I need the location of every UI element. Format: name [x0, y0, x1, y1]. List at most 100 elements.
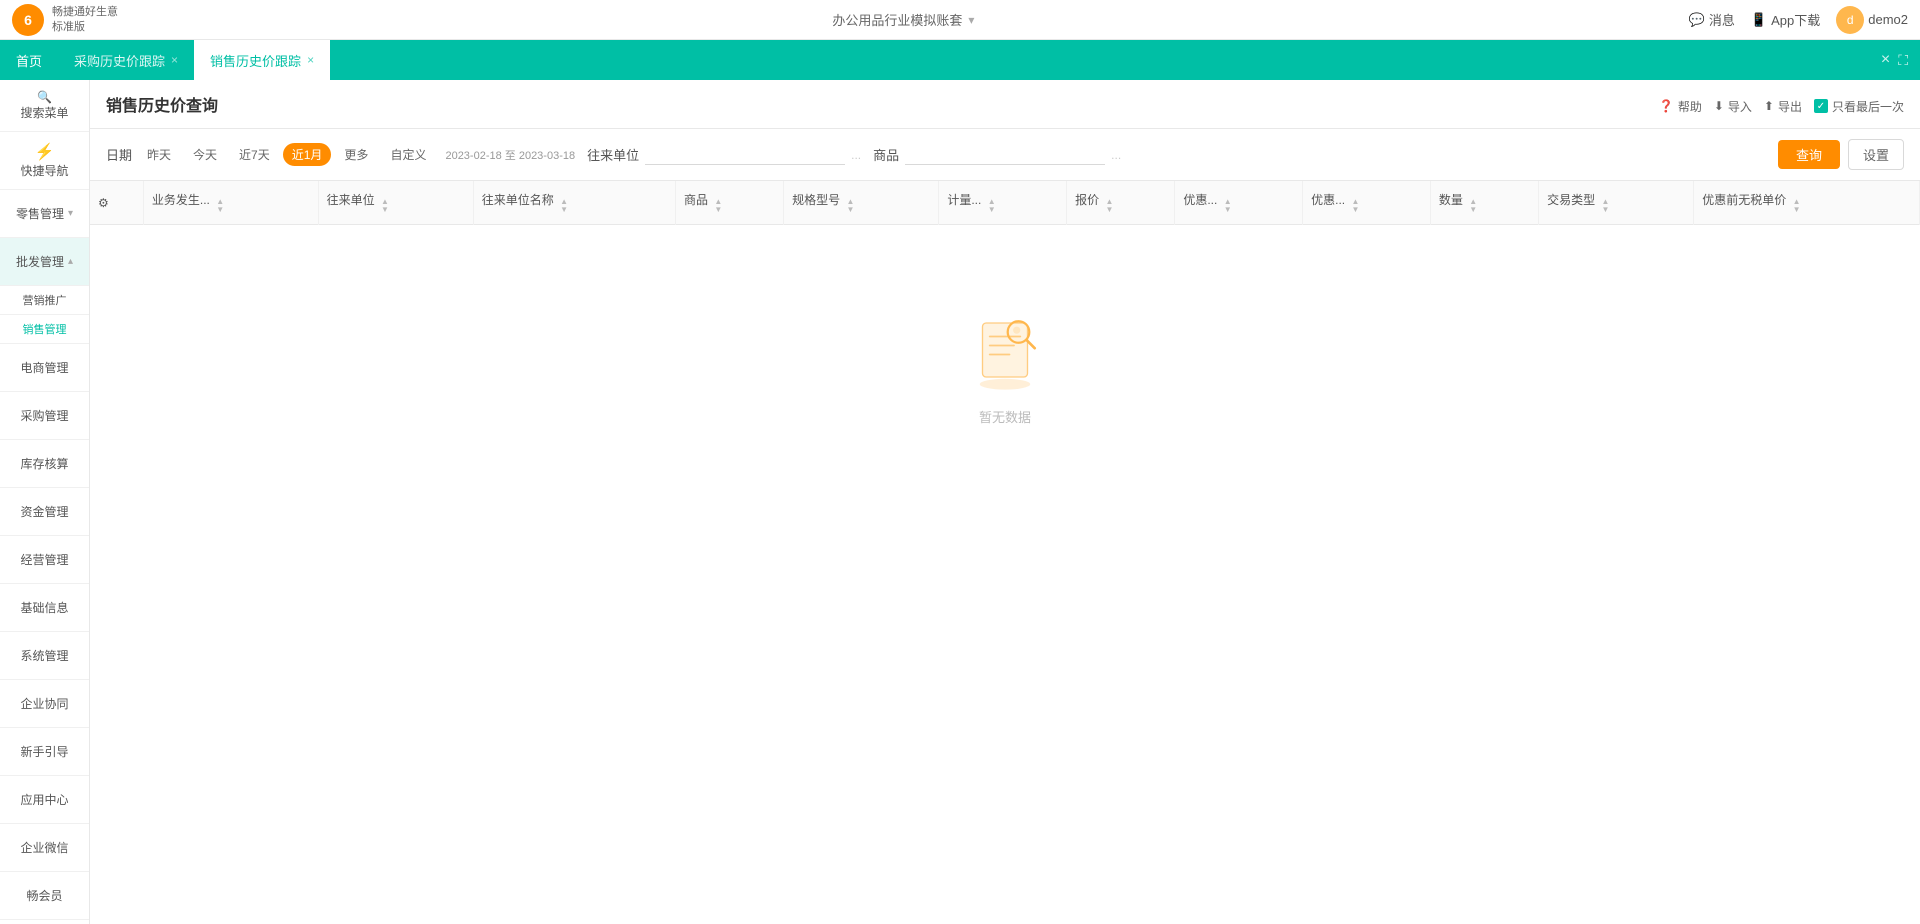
date-btn-1month[interactable]: 近1月: [283, 143, 332, 166]
col-discount1[interactable]: 优惠... ▲▼: [1175, 181, 1303, 225]
date-btn-yesterday[interactable]: 昨天: [138, 143, 180, 166]
col-product[interactable]: 商品 ▲▼: [675, 181, 783, 225]
help-button[interactable]: ❓ 帮助: [1659, 98, 1702, 115]
chevron-up-icon: ▴: [68, 256, 73, 267]
sidebar-item-finance[interactable]: 资金管理: [0, 488, 89, 536]
sidebar-item-app-center[interactable]: 应用中心: [0, 776, 89, 824]
partner-label: 往来单位: [587, 145, 639, 164]
col-biz-date[interactable]: 业务发生... ▲▼: [143, 181, 318, 225]
date-filter: 日期 昨天 今天 近7天 近1月 更多 自定义 2023-02-18 至 202…: [106, 143, 575, 166]
sidebar-label-purchase-mgmt: 采购管理: [20, 407, 68, 424]
col-quote[interactable]: 报价 ▲▼: [1067, 181, 1175, 225]
date-btn-7days[interactable]: 近7天: [230, 143, 279, 166]
import-button[interactable]: ⬇ 导入: [1714, 98, 1752, 115]
sort-icon-trade-type: ▲▼: [1601, 198, 1609, 214]
product-ellipsis: ...: [1111, 148, 1121, 162]
col-pretax-price[interactable]: 优惠前无税单价 ▲▼: [1694, 181, 1920, 225]
partner-input[interactable]: [645, 145, 845, 165]
col-trade-type[interactable]: 交易类型 ▲▼: [1539, 181, 1694, 225]
close-all-tabs-button[interactable]: ×: [1881, 51, 1890, 69]
table-header: ⚙ 业务发生... ▲▼ 往来单位 ▲▼ 往来单位名称 ▲▼: [90, 181, 1920, 225]
retail-header: 零售管理 ▾: [4, 205, 85, 222]
chevron-down-icon: ▾: [68, 208, 73, 219]
message-icon: 💬: [1689, 12, 1705, 28]
sidebar-item-wholesale[interactable]: 批发管理 ▴: [0, 238, 89, 286]
sidebar-item-purchase-mgmt[interactable]: 采购管理: [0, 392, 89, 440]
col-settings[interactable]: ⚙: [90, 181, 143, 225]
filter-bar: 日期 昨天 今天 近7天 近1月 更多 自定义 2023-02-18 至 202…: [90, 129, 1920, 181]
sort-icon-pretax-price: ▲▼: [1793, 198, 1801, 214]
message-button[interactable]: 💬 消息: [1689, 10, 1735, 29]
help-icon: ❓: [1659, 99, 1674, 113]
sidebar-item-system[interactable]: 系统管理: [0, 632, 89, 680]
shortcut-icon: ⚡: [35, 142, 55, 162]
close-purchase-tab-icon[interactable]: ×: [171, 53, 178, 67]
product-input[interactable]: [905, 145, 1105, 165]
date-btn-today[interactable]: 今天: [184, 143, 226, 166]
sort-icon-partner-name: ▲▼: [560, 198, 568, 214]
sidebar-item-basic-info[interactable]: 基础信息: [0, 584, 89, 632]
sidebar-item-marketing[interactable]: 营销推广: [0, 286, 89, 315]
sidebar-label-search: 搜索菜单: [20, 104, 68, 121]
col-unit[interactable]: 计量... ▲▼: [939, 181, 1067, 225]
sidebar-item-guide[interactable]: 新手引导: [0, 728, 89, 776]
col-qty[interactable]: 数量 ▲▼: [1430, 181, 1538, 225]
topbar-right: 💬 消息 📱 App下载 d demo2: [1689, 6, 1908, 34]
brand-title: 畅捷通好生意 标准版: [52, 5, 118, 34]
col-partner-name[interactable]: 往来单位名称 ▲▼: [473, 181, 675, 225]
tab-home-label: 首页: [16, 51, 42, 70]
sidebar-item-operations[interactable]: 经营管理: [0, 536, 89, 584]
sort-icon-discount2: ▲▼: [1351, 198, 1359, 214]
main-layout: 🔍 搜索菜单 ⚡ 快捷导航 零售管理 ▾ 批发管理 ▴ 营销推广 销售管理 电商…: [0, 80, 1920, 924]
export-button[interactable]: ⬆ 导出: [1764, 98, 1802, 115]
product-label: 商品: [873, 145, 899, 164]
sort-icon-qty: ▲▼: [1469, 198, 1477, 214]
sidebar-item-retail[interactable]: 零售管理 ▾: [0, 190, 89, 238]
wholesale-header: 批发管理 ▴: [4, 253, 85, 270]
tab-home[interactable]: 首页: [0, 40, 58, 80]
date-range-display: 2023-02-18 至 2023-03-18: [445, 147, 575, 163]
query-button[interactable]: 查询: [1778, 140, 1840, 169]
account-selector[interactable]: 办公用品行业模拟账套 ▾: [832, 10, 974, 29]
product-filter: 商品 ...: [873, 145, 1121, 165]
sidebar-item-member[interactable]: 畅会员: [0, 872, 89, 920]
avatar: d: [1836, 6, 1864, 34]
sidebar-item-inventory[interactable]: 库存核算: [0, 440, 89, 488]
only-last-checkbox[interactable]: ✓ 只看最后一次: [1814, 98, 1904, 115]
tab-sales[interactable]: 销售历史价跟踪 ×: [194, 40, 330, 80]
partner-filter: 往来单位 ...: [587, 145, 861, 165]
sort-icon-biz-date: ▲▼: [216, 198, 224, 214]
sort-icon-quote: ▲▼: [1105, 198, 1113, 214]
sidebar-item-enterprise[interactable]: 企业协同: [0, 680, 89, 728]
sidebar-item-sales-mgmt[interactable]: 销售管理: [0, 315, 89, 344]
sidebar-label-retail: 零售管理: [16, 205, 64, 222]
date-btn-more[interactable]: 更多: [335, 143, 377, 166]
user-menu-button[interactable]: d demo2: [1836, 6, 1908, 34]
sidebar-item-wechat[interactable]: 企业微信: [0, 824, 89, 872]
expand-button[interactable]: ⛶: [1898, 52, 1908, 69]
col-spec[interactable]: 规格型号 ▲▼: [784, 181, 939, 225]
close-sales-tab-icon[interactable]: ×: [307, 53, 314, 67]
sort-icon-spec: ▲▼: [847, 198, 855, 214]
col-partner-code[interactable]: 往来单位 ▲▼: [318, 181, 473, 225]
page-toolbar: ❓ 帮助 ⬇ 导入 ⬆ 导出 ✓ 只看最后一次: [1659, 98, 1904, 115]
sidebar-label-guide: 新手引导: [20, 743, 68, 760]
app-download-button[interactable]: 📱 App下载: [1751, 10, 1820, 29]
sidebar-item-shortcut[interactable]: ⚡ 快捷导航: [0, 132, 89, 190]
tabbar-actions: × ⛶: [1881, 51, 1920, 69]
sidebar-item-ecommerce[interactable]: 电商管理: [0, 344, 89, 392]
date-label: 日期: [106, 145, 132, 164]
data-table: ⚙ 业务发生... ▲▼ 往来单位 ▲▼ 往来单位名称 ▲▼: [90, 181, 1920, 225]
settings-icon[interactable]: ⚙: [98, 196, 109, 210]
col-discount2[interactable]: 优惠... ▲▼: [1303, 181, 1431, 225]
tab-purchase[interactable]: 采购历史价跟踪 ×: [58, 40, 194, 80]
page-title: 销售历史价查询: [106, 92, 218, 116]
sidebar-label-finance: 资金管理: [20, 503, 68, 520]
tab-purchase-label: 采购历史价跟踪: [74, 51, 165, 70]
settings-button[interactable]: 设置: [1848, 139, 1904, 170]
checkbox-icon: ✓: [1814, 99, 1828, 113]
date-btn-custom[interactable]: 自定义: [381, 143, 435, 166]
sidebar-item-search[interactable]: 🔍 搜索菜单: [0, 80, 89, 132]
sort-icon-discount1: ▲▼: [1224, 198, 1232, 214]
partner-ellipsis: ...: [851, 148, 861, 162]
